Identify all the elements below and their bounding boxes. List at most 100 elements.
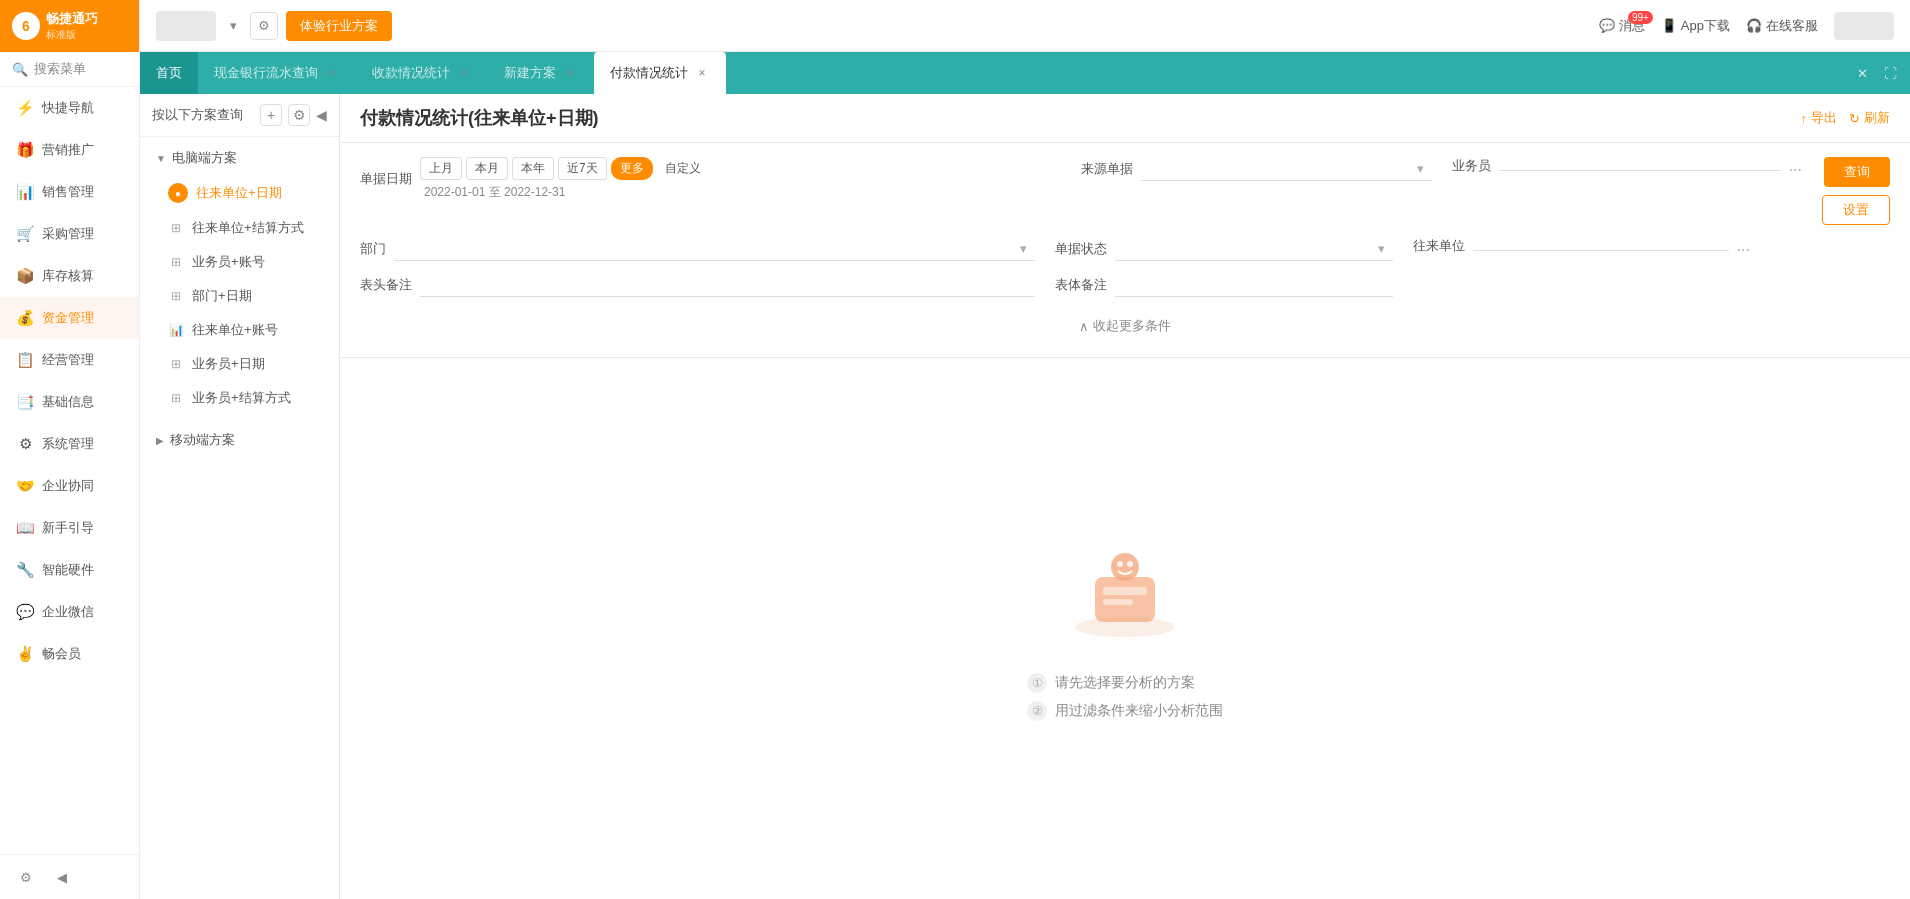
filter-source-item: 来源单据 ▾ (1081, 157, 1432, 181)
scheme-group-pc: ▼ 电脑端方案 ● 往来单位+日期 ⊞ 往来单位+结算方式 ⊞ 业务员+账号 ⊞ (140, 137, 339, 419)
messages-btn[interactable]: 💬 消息 99+ (1599, 17, 1645, 35)
sidebar-item-system[interactable]: ⚙ 系统管理 (0, 423, 139, 465)
footer-collapse-btn[interactable]: ◀ (48, 863, 76, 891)
dept-select[interactable]: ▾ (394, 237, 1035, 261)
sidebar-item-sales[interactable]: 📊 销售管理 (0, 171, 139, 213)
last-7days-btn[interactable]: 近7天 (558, 157, 607, 180)
svg-point-6 (1127, 561, 1133, 567)
this-year-btn[interactable]: 本年 (512, 157, 554, 180)
scheme-item-partner-settlement[interactable]: ⊞ 往来单位+结算方式 (140, 211, 339, 245)
sidebar-item-label: 智能硬件 (42, 561, 94, 579)
search-menu[interactable]: 🔍 搜索菜单 (0, 52, 139, 87)
sidebar-item-quick-nav[interactable]: ⚡ 快捷导航 (0, 87, 139, 129)
sidebar-item-guide[interactable]: 📖 新手引导 (0, 507, 139, 549)
this-month-btn[interactable]: 本月 (466, 157, 508, 180)
scheme-collapse-btn[interactable]: ◀ (316, 107, 327, 123)
body-note-input[interactable] (1115, 273, 1393, 297)
tab-payment-detail[interactable]: 付款情况统计 × (594, 52, 726, 94)
scheme-item-salesman-date[interactable]: ⊞ 业务员+日期 (140, 347, 339, 381)
collapse-conditions-btn[interactable]: ∧ 收起更多条件 (1071, 309, 1179, 343)
grid-icon4: ⊞ (168, 356, 184, 372)
filter-body-note-item: 表体备注 (1055, 273, 1393, 297)
scheme-group-pc-header[interactable]: ▼ 电脑端方案 (140, 141, 339, 175)
tab-maximize-btn[interactable]: ⛶ (1878, 61, 1902, 85)
scheme-item-dept-date[interactable]: ⊞ 部门+日期 (140, 279, 339, 313)
scheme-settings-btn[interactable]: ⚙ (288, 104, 310, 126)
export-icon: ↑ (1801, 111, 1808, 126)
export-btn[interactable]: ↑ 导出 (1801, 109, 1838, 127)
finance-icon: 💰 (16, 309, 34, 327)
partner-dots-btn[interactable]: ... (1737, 237, 1750, 255)
scheme-group-mobile-header[interactable]: ▶ 移动端方案 (140, 423, 339, 457)
tab-new-scheme-close[interactable]: × (562, 65, 578, 81)
scheme-add-btn[interactable]: + (260, 104, 282, 126)
user-avatar[interactable] (1834, 12, 1894, 40)
tab-payment-detail-close[interactable]: × (694, 65, 710, 81)
tab-cash-flow[interactable]: 现金银行流水查询 × (198, 52, 356, 94)
filter-dept-item: 部门 ▾ (360, 237, 1035, 261)
footer-settings-btn[interactable]: ⚙ (12, 863, 40, 891)
query-btn[interactable]: 查询 (1824, 157, 1890, 187)
source-dropdown-icon: ▾ (1417, 161, 1424, 176)
refresh-btn[interactable]: ↻ 刷新 (1849, 109, 1890, 127)
tab-home-label: 首页 (156, 64, 182, 82)
sidebar-item-member[interactable]: ✌ 畅会员 (0, 633, 139, 675)
more-btn[interactable]: 更多 (611, 157, 653, 180)
filter-settings-btn[interactable]: 设置 (1822, 195, 1890, 225)
partner-input[interactable] (1473, 242, 1729, 251)
grid-icon: ⊞ (168, 220, 184, 236)
online-service-btn[interactable]: 🎧 在线客服 (1746, 17, 1818, 35)
service-label: 在线客服 (1766, 17, 1818, 35)
enterprise-icon: 🤝 (16, 477, 34, 495)
scheme-group-pc-label: 电脑端方案 (172, 149, 237, 167)
last-month-btn[interactable]: 上月 (420, 157, 462, 180)
scheme-sidebar: 按以下方案查询 + ⚙ ◀ ▼ 电脑端方案 ● 往来单位+日期 ⊞ (140, 94, 340, 899)
sidebar-item-marketing[interactable]: 🎁 营销推广 (0, 129, 139, 171)
scheme-item-partner-account[interactable]: 📊 往来单位+账号 (140, 313, 339, 347)
status-select[interactable]: ▾ (1115, 237, 1393, 261)
topbar-settings-btn[interactable]: ⚙ (250, 12, 278, 40)
sidebar-item-purchase[interactable]: 🛒 采购管理 (0, 213, 139, 255)
filter-salesman-item: 业务员 ... (1452, 157, 1803, 175)
sidebar-item-basic[interactable]: 📑 基础信息 (0, 381, 139, 423)
tabbar: 首页 现金银行流水查询 × 收款情况统计 × 新建方案 × 付款情况统计 × ✕… (140, 52, 1910, 94)
tab-home[interactable]: 首页 (140, 52, 198, 94)
grid-icon5: ⊞ (168, 390, 184, 406)
company-dropdown-btn[interactable]: ▾ (224, 17, 242, 35)
tip-num-1: ① (1027, 673, 1047, 693)
sidebar-item-hardware[interactable]: 🔧 智能硬件 (0, 549, 139, 591)
main-area: ▾ ⚙ 体验行业方案 💬 消息 99+ 📱 App下载 🎧 在线客服 首页 (140, 0, 1910, 899)
scheme-item-partner-date[interactable]: ● 往来单位+日期 (140, 175, 339, 211)
export-label: 导出 (1811, 109, 1837, 127)
tab-new-scheme[interactable]: 新建方案 × (488, 52, 594, 94)
system-icon: ⚙ (16, 435, 34, 453)
sidebar-item-finance[interactable]: 💰 资金管理 (0, 297, 139, 339)
scheme-item-salesman-settlement[interactable]: ⊞ 业务员+结算方式 (140, 381, 339, 415)
svg-point-4 (1111, 553, 1139, 581)
sidebar-item-wechat[interactable]: 💬 企业微信 (0, 591, 139, 633)
purchase-icon: 🛒 (16, 225, 34, 243)
date-btns: 上月 本月 本年 近7天 更多 自定义 (420, 157, 709, 180)
scheme-item-salesman-account[interactable]: ⊞ 业务员+账号 (140, 245, 339, 279)
empty-tip-2: ② 用过滤条件来缩小分析范围 (1027, 701, 1223, 721)
app-icon: 📱 (1661, 18, 1677, 33)
salesman-input[interactable] (1499, 162, 1781, 171)
logo-badge: 标准版 (46, 28, 98, 42)
tab-payment-stats[interactable]: 收款情况统计 × (356, 52, 488, 94)
page-title: 付款情况统计(往来单位+日期) (360, 106, 599, 130)
sidebar-item-enterprise[interactable]: 🤝 企业协同 (0, 465, 139, 507)
app-download-btn[interactable]: 📱 App下载 (1661, 17, 1730, 35)
trial-btn[interactable]: 体验行业方案 (286, 11, 392, 41)
filter-query-actions: 查询 设置 (1822, 157, 1890, 225)
sidebar-item-operation[interactable]: 📋 经营管理 (0, 339, 139, 381)
source-select[interactable]: ▾ (1141, 157, 1432, 181)
sidebar-item-inventory[interactable]: 📦 库存核算 (0, 255, 139, 297)
header-note-input[interactable] (420, 273, 1035, 297)
tab-payment-stats-close[interactable]: × (456, 65, 472, 81)
custom-btn[interactable]: 自定义 (657, 158, 709, 179)
tab-close-all-btn[interactable]: ✕ (1850, 61, 1874, 85)
salesman-label: 业务员 (1452, 157, 1491, 175)
chart-icon: 📊 (168, 322, 184, 338)
salesman-dots-btn[interactable]: ... (1789, 157, 1802, 175)
tab-cash-flow-close[interactable]: × (324, 65, 340, 81)
